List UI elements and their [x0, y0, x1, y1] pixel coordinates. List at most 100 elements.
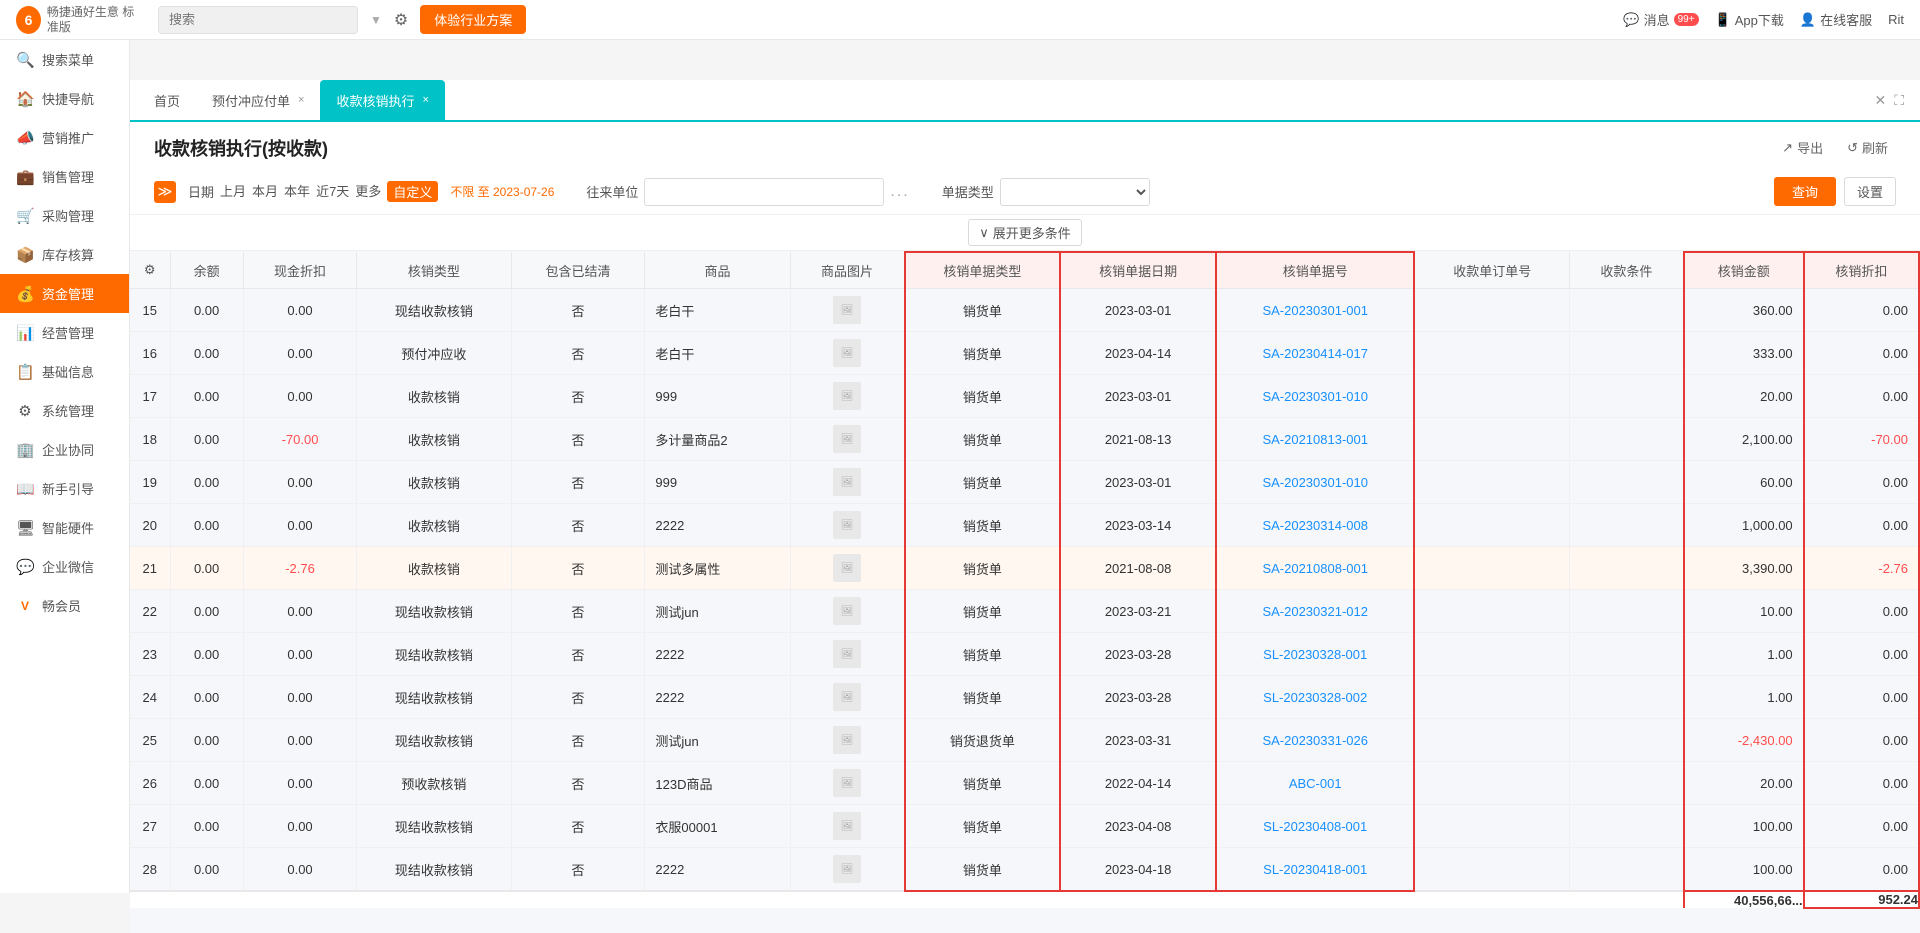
sidebar-item-company[interactable]: 🏢 企业协同 [0, 430, 129, 469]
cell-cancel-bill-date: 2022-04-14 [1060, 762, 1216, 805]
cancel-bill-no-link[interactable]: SA-20210813-001 [1262, 432, 1368, 447]
receipt-type-label: 单据类型 [942, 182, 994, 201]
cancel-bill-no-link[interactable]: SA-20230301-010 [1262, 389, 1368, 404]
industry-button[interactable]: 体验行业方案 [420, 5, 526, 34]
main-area: 首页 预付冲应付单 × 收款核销执行 × ✕ ⛶ 收款核销执行(按收款) ↗ 导… [130, 80, 1920, 933]
cell-balance: 0.00 [170, 547, 243, 590]
cell-balance: 0.00 [170, 848, 243, 892]
sidebar-item-system[interactable]: ⚙ 系统管理 [0, 391, 129, 430]
cell-receipt-order-no [1414, 289, 1569, 332]
cancel-bill-no-link[interactable]: SA-20230331-026 [1262, 733, 1368, 748]
cell-goods-image: 🖼 [790, 805, 904, 848]
cancel-bill-no-link[interactable]: ABC-001 [1289, 776, 1342, 791]
cell-cancel-bill-type: 销货单 [905, 461, 1061, 504]
sidebar-item-guide[interactable]: 📖 新手引导 [0, 469, 129, 508]
sidebar-item-business[interactable]: 📊 经营管理 [0, 313, 129, 352]
date-7days[interactable]: 近7天 [316, 181, 349, 202]
cell-cancel-bill-date: 2023-04-08 [1060, 805, 1216, 848]
cell-cancel-bill-type: 销货单 [905, 375, 1061, 418]
online-service-action[interactable]: 👤 在线客服 [1800, 10, 1872, 29]
cell-cash-discount: 0.00 [243, 676, 357, 719]
tab-collection-close[interactable]: × [422, 94, 428, 106]
refresh-button[interactable]: ↺ 刷新 [1839, 134, 1896, 161]
cell-cancel-type: 预收款核销 [357, 762, 511, 805]
query-button[interactable]: 查询 [1774, 177, 1836, 206]
cell-receipt-order-no [1414, 633, 1569, 676]
cell-receipt-order-no [1414, 332, 1569, 375]
tab-home[interactable]: 首页 [138, 80, 196, 122]
page-title: 收款核销执行(按收款) [154, 135, 328, 161]
table-row: 26 0.00 0.00 预收款核销 否 123D商品 🖼 销货单 2022-0… [130, 762, 1919, 805]
cell-goods-image: 🖼 [790, 590, 904, 633]
cancel-bill-no-link[interactable]: SL-20230328-001 [1263, 647, 1367, 662]
sidebar-item-finance[interactable]: 💰 资金管理 [0, 274, 129, 313]
message-action[interactable]: 💬 消息 99+ [1623, 10, 1698, 29]
cell-cancel-bill-no: SA-20230331-026 [1216, 719, 1415, 762]
date-this-year[interactable]: 本年 [284, 181, 310, 202]
cell-row-no: 20 [130, 504, 170, 547]
cell-row-no: 28 [130, 848, 170, 892]
col-receipt-order-no: 收款单订单号 [1414, 252, 1569, 289]
tab-collection[interactable]: 收款核销执行 × [320, 80, 444, 122]
cell-goods: 999 [645, 375, 790, 418]
cell-cash-discount: 0.00 [243, 289, 357, 332]
cancel-bill-no-link[interactable]: SA-20210808-001 [1262, 561, 1368, 576]
tab-expand-btn[interactable]: ⛶ [1894, 92, 1904, 109]
expand-button[interactable]: ≫ [154, 181, 176, 203]
col-settings[interactable]: ⚙ [130, 252, 170, 289]
date-more[interactable]: 更多 [355, 181, 381, 202]
tab-bar: 首页 预付冲应付单 × 收款核销执行 × ✕ ⛶ [130, 80, 1920, 122]
date-this-month[interactable]: 本月 [252, 181, 278, 202]
cell-cancel-bill-type: 销货单 [905, 418, 1061, 461]
sidebar-item-wechat[interactable]: 💬 企业微信 [0, 547, 129, 586]
cell-goods-image: 🖼 [790, 289, 904, 332]
cell-cancel-amount: 100.00 [1684, 848, 1804, 892]
cancel-bill-no-link[interactable]: SL-20230328-002 [1263, 690, 1367, 705]
sidebar-item-search[interactable]: 🔍 搜索菜单 [0, 40, 129, 79]
settings-button[interactable]: 设置 [1844, 177, 1896, 206]
cell-row-no: 26 [130, 762, 170, 805]
cancel-bill-no-link[interactable]: SL-20230418-001 [1263, 862, 1367, 877]
cancel-bill-no-link[interactable]: SA-20230301-001 [1262, 303, 1368, 318]
cell-balance: 0.00 [170, 590, 243, 633]
sidebar-item-marketing[interactable]: 📣 营销推广 [0, 118, 129, 157]
sidebar-item-nav[interactable]: 🏠 快捷导航 [0, 79, 129, 118]
user-action[interactable]: Rit [1888, 12, 1904, 27]
partner-input[interactable] [644, 178, 884, 206]
sidebar-label-sales: 销售管理 [42, 167, 94, 186]
export-button[interactable]: ↗ 导出 [1774, 134, 1831, 161]
sidebar-item-sales[interactable]: 💼 销售管理 [0, 157, 129, 196]
cell-cancel-amount: 1,000.00 [1684, 504, 1804, 547]
filter-bar: ≫ 日期 上月 本月 本年 近7天 更多 自定义 不限 至 2023-07-26… [130, 169, 1920, 215]
sidebar-item-inventory[interactable]: 📦 库存核算 [0, 235, 129, 274]
cancel-bill-no-link[interactable]: SA-20230301-010 [1262, 475, 1368, 490]
cell-cancel-bill-date: 2023-03-21 [1060, 590, 1216, 633]
tab-prepay-close[interactable]: × [298, 94, 304, 106]
sidebar-item-hardware[interactable]: 🖥 智能硬件 [0, 508, 129, 547]
cell-balance: 0.00 [170, 375, 243, 418]
expand-more-btn[interactable]: ∨ 展开更多条件 [968, 219, 1082, 246]
receipt-type-select[interactable] [1000, 178, 1150, 206]
gear-icon[interactable]: ⚙ [394, 10, 408, 30]
cancel-bill-no-link[interactable]: SA-20230314-008 [1262, 518, 1368, 533]
cell-receipt-condition [1569, 332, 1683, 375]
cancel-bill-no-link[interactable]: SL-20230408-001 [1263, 819, 1367, 834]
date-last-month[interactable]: 上月 [220, 181, 246, 202]
tab-collection-label: 收款核销执行 [336, 91, 414, 110]
cancel-bill-no-link[interactable]: SA-20230321-012 [1262, 604, 1368, 619]
cell-cancel-type: 收款核销 [357, 461, 511, 504]
cancel-bill-no-link[interactable]: SA-20230414-017 [1262, 346, 1368, 361]
table-row: 15 0.00 0.00 现结收款核销 否 老白干 🖼 销货单 2023-03-… [130, 289, 1919, 332]
app-download-action[interactable]: 📱 App下载 [1715, 10, 1784, 29]
date-custom[interactable]: 自定义 [387, 181, 438, 202]
cell-cancel-bill-no: SA-20210808-001 [1216, 547, 1415, 590]
sidebar-label-system: 系统管理 [42, 401, 94, 420]
search-input[interactable] [158, 6, 358, 34]
tab-close-btn[interactable]: ✕ [1874, 92, 1886, 109]
sidebar-item-basic[interactable]: 📋 基础信息 [0, 352, 129, 391]
cell-goods: 2222 [645, 633, 790, 676]
sidebar-item-member[interactable]: V 畅会员 [0, 586, 129, 625]
sidebar-item-purchase[interactable]: 🛒 采购管理 [0, 196, 129, 235]
table-footer-row: 40,556,66... 952.24 [130, 891, 1919, 908]
tab-prepay[interactable]: 预付冲应付单 × [196, 80, 320, 122]
